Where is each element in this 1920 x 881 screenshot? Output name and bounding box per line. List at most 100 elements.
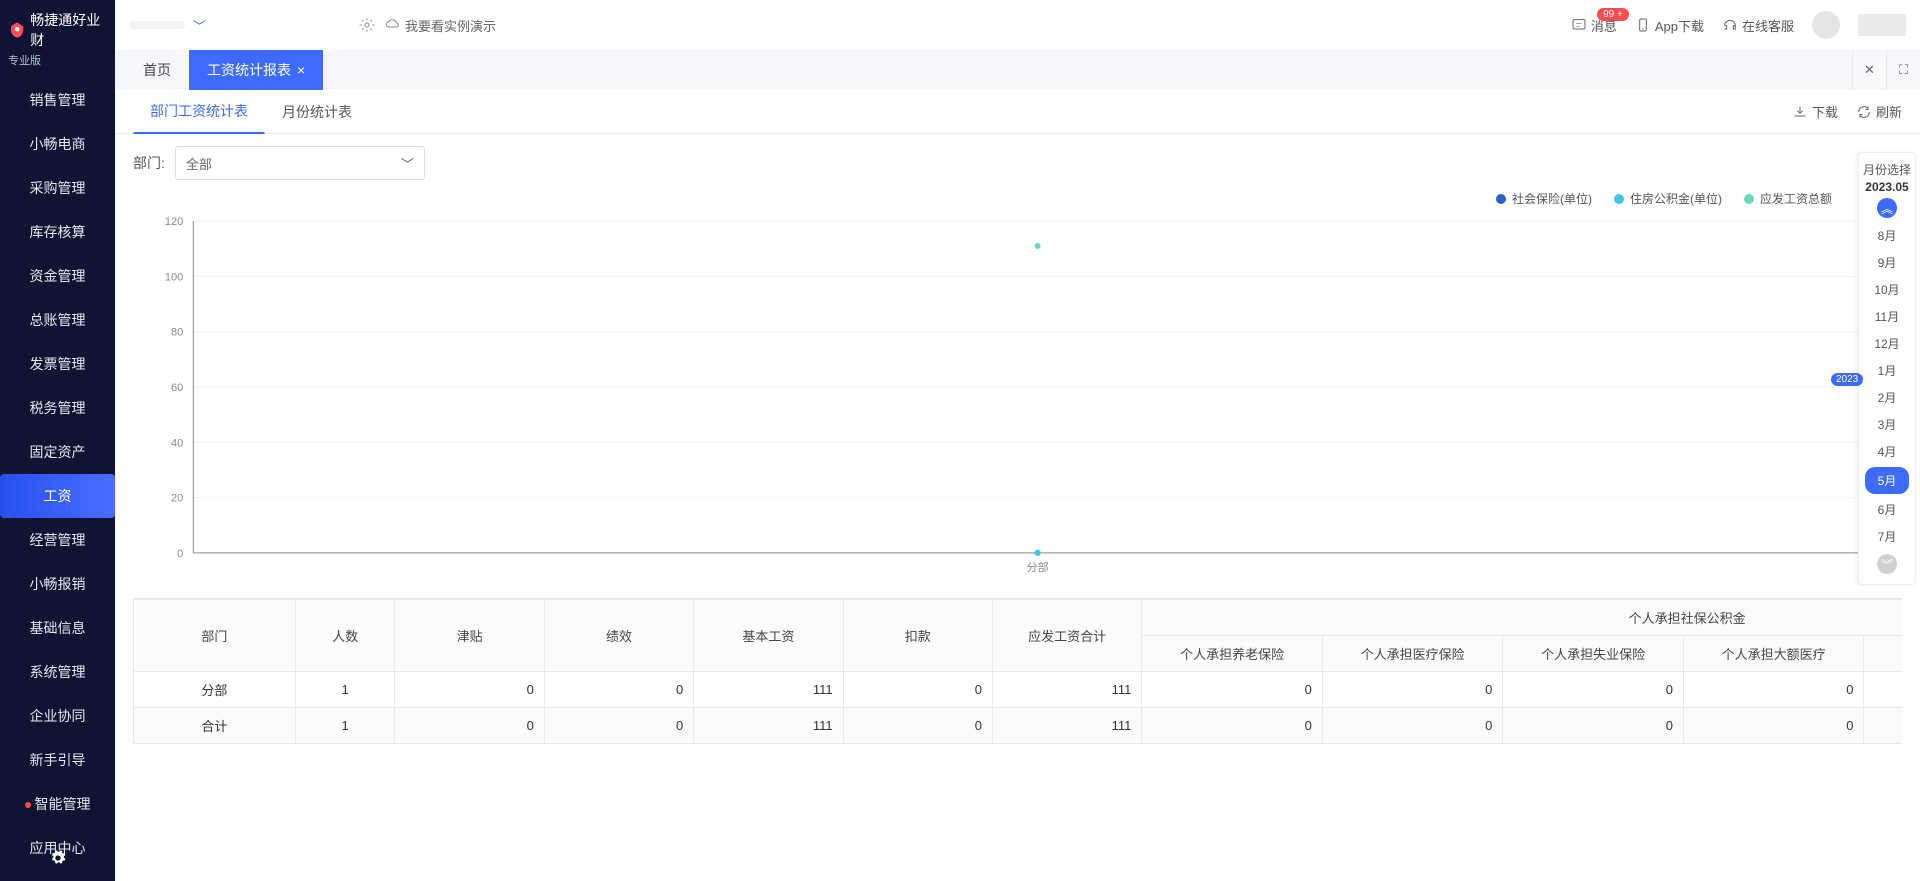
nav-item-库存核算[interactable]: 库存核算 (0, 210, 115, 254)
table-cell: 0 (544, 708, 693, 744)
legend-label: 应发工资总额 (1760, 190, 1832, 207)
legend-item[interactable]: 社会保险(单位) (1496, 190, 1592, 207)
app-download-label: App下载 (1655, 16, 1704, 35)
table-cell: 0 (1503, 672, 1684, 708)
legend-item[interactable]: 应发工资总额 (1744, 190, 1832, 207)
data-table-wrap[interactable]: 部门人数津贴绩效基本工资扣款应发工资合计个人承担社保公积金个人承担养老保险个人承… (133, 598, 1902, 744)
tabs-close-all-button[interactable]: ✕ (1852, 50, 1886, 90)
table-cell: 0 (1503, 708, 1684, 744)
nav-item-label: 系统管理 (30, 664, 86, 680)
inner-tab-month-label: 月份统计表 (282, 102, 352, 122)
demo-label: 我要看实例演示 (405, 16, 496, 35)
fullscreen-button[interactable]: ⛶ (1886, 50, 1920, 90)
download-button[interactable]: 下载 (1792, 102, 1838, 121)
nav-item-小畅电商[interactable]: 小畅电商 (0, 122, 115, 166)
header-right: 消息 99 + App下载 在线客服 (1571, 11, 1906, 39)
tab-salary-report-label: 工资统计报表 (207, 60, 291, 80)
table-cell: 0 (1142, 708, 1323, 744)
month-option[interactable]: 7月 (1859, 523, 1915, 550)
chevron-down-icon: ﹀ (401, 154, 414, 173)
tabs-controls: ✕ ⛶ (1852, 50, 1920, 90)
month-option[interactable]: 9月 (1859, 249, 1915, 276)
tab-home[interactable]: 首页 (125, 50, 189, 90)
month-picker-year: 2023.05 (1859, 180, 1915, 194)
user-name-placeholder[interactable] (1858, 14, 1906, 36)
nav-item-label: 企业协同 (30, 708, 86, 724)
nav-item-资金管理[interactable]: 资金管理 (0, 254, 115, 298)
brand-icon (8, 20, 26, 40)
chevron-down-icon: ﹀ (193, 16, 206, 35)
header-settings-button[interactable] (359, 17, 375, 33)
nav-item-固定资产[interactable]: 固定资产 (0, 430, 115, 474)
notification-dot-icon (25, 802, 31, 808)
nav-item-工资[interactable]: 工资 (0, 474, 115, 518)
legend-item[interactable]: 住房公积金(单位) (1614, 190, 1722, 207)
refresh-button[interactable]: 刷新 (1856, 102, 1902, 121)
brand-title: 畅捷通好业财 (30, 10, 107, 50)
nav-item-经营管理[interactable]: 经营管理 (0, 518, 115, 562)
nav-item-label: 智能管理 (35, 796, 91, 812)
company-name (129, 21, 185, 29)
chat-icon (1571, 17, 1587, 33)
tab-home-label: 首页 (143, 60, 171, 80)
sidebar-settings[interactable] (0, 838, 115, 881)
month-option[interactable]: 3月 (1859, 411, 1915, 438)
inner-tab-dept[interactable]: 部门工资统计表 (133, 90, 265, 134)
demo-button[interactable]: 我要看实例演示 (385, 16, 496, 35)
messages-button[interactable]: 消息 99 + (1571, 16, 1617, 35)
nav-item-企业协同[interactable]: 企业协同 (0, 694, 115, 738)
close-icon[interactable]: × (297, 62, 305, 78)
nav-item-采购管理[interactable]: 采购管理 (0, 166, 115, 210)
col-header: 津贴 (395, 600, 544, 672)
table-cell: 0 (843, 672, 992, 708)
month-up-button[interactable]: ︽ (1877, 198, 1897, 218)
nav-item-label: 资金管理 (30, 268, 86, 284)
month-option[interactable]: 10月 (1859, 276, 1915, 303)
nav-item-销售管理[interactable]: 销售管理 (0, 78, 115, 122)
legend-label: 社会保险(单位) (1512, 190, 1592, 207)
customer-service-button[interactable]: 在线客服 (1722, 16, 1794, 35)
nav-item-新手引导[interactable]: 新手引导 (0, 738, 115, 782)
company-selector[interactable]: ﹀ (129, 16, 349, 35)
month-option[interactable]: 1月 (1859, 357, 1915, 384)
month-option[interactable]: 12月 (1859, 330, 1915, 357)
month-option[interactable]: 4月 (1859, 438, 1915, 465)
nav-item-label: 销售管理 (30, 92, 86, 108)
nav-item-label: 基础信息 (30, 620, 86, 636)
inner-tab-dept-label: 部门工资统计表 (150, 101, 248, 121)
app-download-button[interactable]: App下载 (1635, 16, 1704, 35)
month-option[interactable]: 8月 (1859, 222, 1915, 249)
col-header: 个人承担养老保险 (1142, 636, 1323, 672)
month-option[interactable]: 5月 (1865, 467, 1909, 494)
legend-label: 住房公积金(单位) (1630, 190, 1722, 207)
month-option[interactable]: 2月 (1859, 384, 1915, 411)
nav-item-系统管理[interactable]: 系统管理 (0, 650, 115, 694)
dept-select[interactable]: 全部 ﹀ (175, 146, 425, 180)
top-header: ﹀ 我要看实例演示 消息 99 + App下载 在线客服 (115, 0, 1920, 50)
nav-item-发票管理[interactable]: 发票管理 (0, 342, 115, 386)
filter-label: 部门: (133, 153, 165, 173)
nav-item-税务管理[interactable]: 税务管理 (0, 386, 115, 430)
nav-item-小畅报销[interactable]: 小畅报销 (0, 562, 115, 606)
table-cell: 111 (992, 708, 1141, 744)
table-cell: 111 (992, 672, 1141, 708)
inner-tab-month[interactable]: 月份统计表 (265, 90, 369, 134)
table-row: 合计1001110111000000 (134, 708, 1903, 744)
month-down-button[interactable]: ︾ (1877, 554, 1897, 574)
month-option[interactable]: 6月 (1859, 496, 1915, 523)
brand-edition: 专业版 (0, 52, 115, 78)
nav-item-label: 工资 (44, 488, 72, 504)
nav-item-智能管理[interactable]: 智能管理 (0, 782, 115, 826)
cs-label: 在线客服 (1742, 16, 1794, 35)
download-label: 下载 (1812, 102, 1838, 121)
table-cell: 1 (295, 708, 395, 744)
svg-text:20: 20 (171, 493, 183, 505)
nav-item-总账管理[interactable]: 总账管理 (0, 298, 115, 342)
tab-salary-report[interactable]: 工资统计报表 × (189, 50, 323, 90)
col-header: 个人承担大额医疗 (1683, 636, 1864, 672)
year-tag: 2023 (1831, 373, 1863, 386)
month-option[interactable]: 11月 (1859, 303, 1915, 330)
nav-item-基础信息[interactable]: 基础信息 (0, 606, 115, 650)
svg-text:120: 120 (165, 216, 183, 228)
avatar[interactable] (1812, 11, 1840, 39)
